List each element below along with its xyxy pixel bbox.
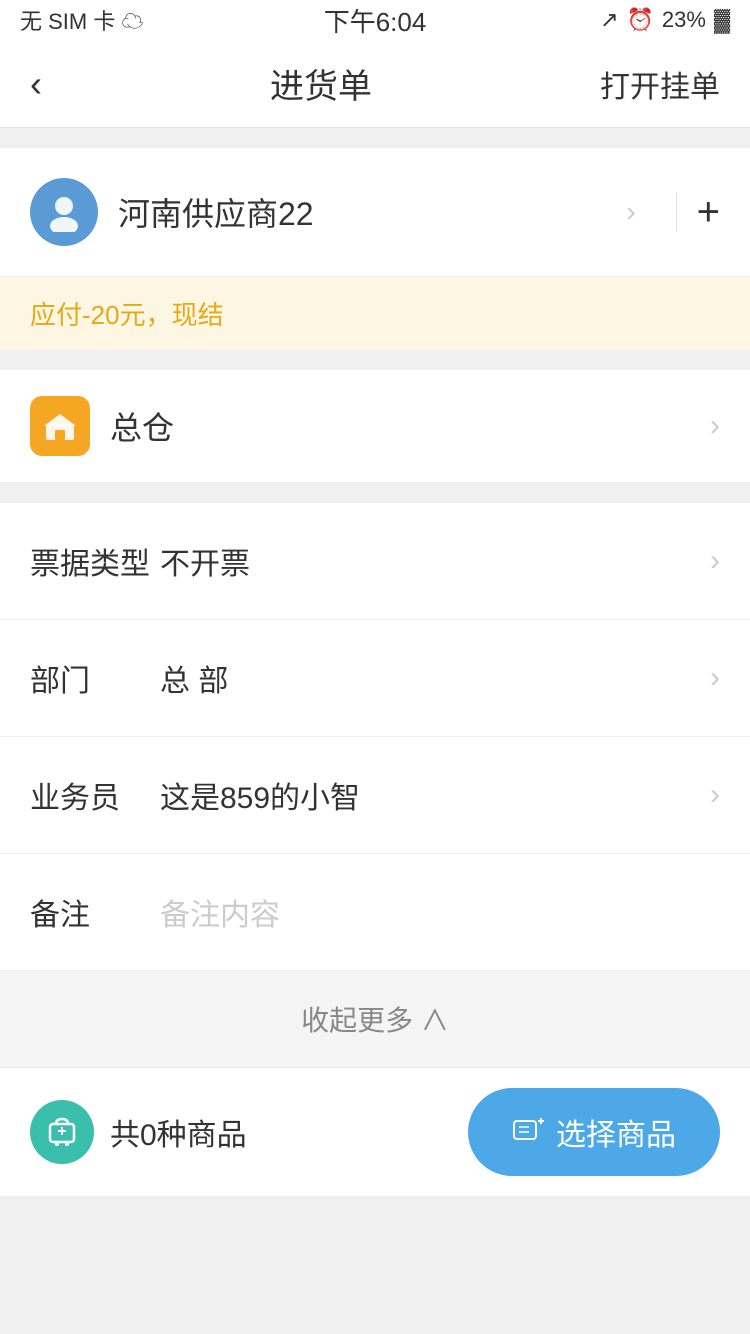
salesperson-label: 业务员 [30, 773, 150, 817]
cart-icon-wrap [30, 1100, 94, 1164]
supplier-section: 河南供应商22 › + 应付-20元，现结 [0, 148, 750, 350]
remarks-row[interactable]: 备注 备注内容 [0, 854, 750, 971]
product-count: 共0种商品 [110, 1110, 247, 1154]
warehouse-row[interactable]: 总仓 › [0, 370, 750, 483]
select-product-icon [512, 1116, 544, 1148]
warehouse-icon [42, 408, 78, 444]
supplier-avatar [30, 178, 98, 246]
status-right: ↗ ⏰ 23% ▓ [600, 7, 730, 33]
back-button[interactable]: ‹ [30, 63, 42, 105]
add-supplier-button[interactable]: + [697, 190, 720, 235]
page-title: 进货单 [270, 59, 372, 108]
main-content: 河南供应商22 › + 应付-20元，现结 总仓 › [0, 128, 750, 1334]
salesperson-row[interactable]: 业务员 这是859的小智 › [0, 737, 750, 854]
invoice-type-value: 不开票 [150, 539, 710, 583]
warehouse-chevron-icon: › [710, 409, 720, 443]
bottom-bar: 共0种商品 选择商品 [0, 1067, 750, 1196]
supplier-row[interactable]: 河南供应商22 › + [0, 148, 750, 277]
department-row[interactable]: 部门 总 部 › [0, 620, 750, 737]
notice-bar: 应付-20元，现结 [0, 277, 750, 350]
select-product-button[interactable]: 选择商品 [468, 1088, 720, 1176]
form-section: 票据类型 不开票 › 部门 总 部 › 业务员 这是859的小智 › 备注 备注… [0, 503, 750, 971]
invoice-type-chevron-icon: › [710, 544, 720, 578]
status-left: 无 SIM 卡 ☁ [20, 4, 143, 36]
cart-icon [44, 1114, 80, 1150]
status-time: 下午6:04 [324, 2, 427, 39]
salesperson-value: 这是859的小智 [150, 773, 710, 817]
salesperson-chevron-icon: › [710, 778, 720, 812]
department-chevron-icon: › [710, 661, 720, 695]
warehouse-section: 总仓 › [0, 370, 750, 483]
section-divider-1 [0, 128, 750, 148]
invoice-type-label: 票据类型 [30, 539, 150, 583]
alarm-icon: ⏰ [627, 7, 654, 33]
supplier-name: 河南供应商22 [118, 189, 626, 235]
battery-icon: ▓ [714, 7, 730, 33]
supplier-divider [676, 192, 677, 232]
status-bar: 无 SIM 卡 ☁ 下午6:04 ↗ ⏰ 23% ▓ [0, 0, 750, 40]
warehouse-icon-wrap [30, 396, 90, 456]
location-icon: ↗ [600, 7, 618, 33]
invoice-type-row[interactable]: 票据类型 不开票 › [0, 503, 750, 620]
department-label: 部门 [30, 656, 150, 700]
bottom-left: 共0种商品 [30, 1100, 247, 1164]
select-product-label: 选择商品 [556, 1110, 676, 1154]
open-pending-button[interactable]: 打开挂单 [600, 62, 720, 106]
notice-text: 应付-20元，现结 [30, 300, 224, 330]
remarks-label: 备注 [30, 890, 150, 934]
supplier-chevron-icon: › [626, 196, 635, 228]
department-value: 总 部 [150, 656, 710, 700]
section-divider-3 [0, 483, 750, 503]
remarks-value: 备注内容 [150, 890, 720, 934]
warehouse-name: 总仓 [110, 403, 710, 449]
nav-bar: ‹ 进货单 打开挂单 [0, 40, 750, 128]
section-divider-2 [0, 350, 750, 370]
sim-text: 无 SIM 卡 ☁ [20, 4, 143, 36]
collapse-bar[interactable]: 收起更多 ∧ [0, 971, 750, 1067]
collapse-label: 收起更多 ∧ [301, 999, 449, 1039]
user-icon [44, 192, 84, 232]
battery-text: 23% [662, 7, 706, 33]
